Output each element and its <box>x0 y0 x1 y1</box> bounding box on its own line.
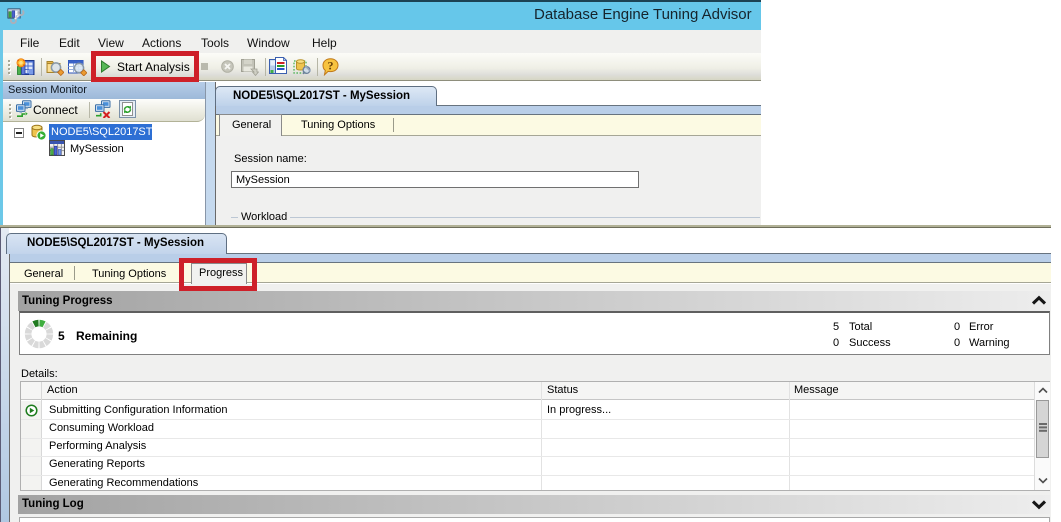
svg-text:?: ? <box>328 59 334 73</box>
